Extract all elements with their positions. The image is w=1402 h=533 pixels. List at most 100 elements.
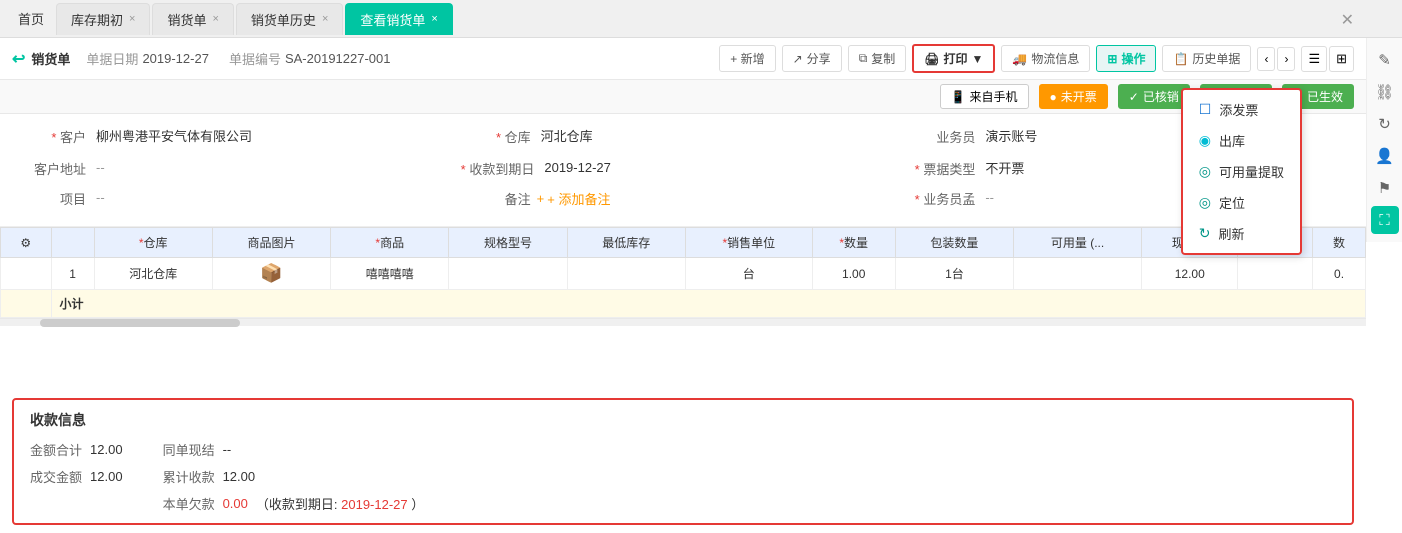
invoice-icon: ●	[1050, 90, 1057, 104]
tab-bar: 首页 库存期初 × 销货单 × 销货单历史 × 查看销货单 ×	[0, 0, 1402, 38]
row-sales-unit: 台	[685, 258, 812, 290]
doc-meta: 单据日期 2019-12-27 单据编号 SA-20191227-001	[86, 49, 390, 68]
row-num: 1	[51, 258, 94, 290]
date-value: 2019-12-27	[142, 51, 209, 66]
print-button[interactable]: 🖨 打印 ▼	[912, 44, 995, 73]
close-tab-sales[interactable]: ×	[212, 13, 218, 25]
settings-icon: ⚙	[20, 236, 31, 250]
sidebar-user-icon[interactable]: 👤	[1371, 142, 1399, 170]
phone-btn[interactable]: 📱 来自手机	[940, 84, 1029, 109]
project-value: --	[92, 188, 109, 208]
payment-col-2: 同单现结 -- 累计收款 12.00 本单欠款 0.00 （收款到期日: 201…	[163, 440, 425, 513]
row-min-stock	[567, 258, 685, 290]
form-row-1: 客户 柳州粤港平安气体有限公司 仓库 河北仓库 业务员 演示账号	[16, 124, 1350, 148]
operation-icon: ⊞	[1107, 52, 1117, 66]
open-btn[interactable]: ● 未开票	[1039, 84, 1108, 109]
header-actions: + 新增 ↗ 分享 ⧉ 复制 🖨 打印 ▼ 🚚 物流信息	[719, 44, 1354, 73]
row-current-stock: 12.00	[1142, 258, 1238, 290]
list-view-btn[interactable]: ☰	[1301, 46, 1327, 72]
payment-fields: 金额合计 12.00 成交金额 12.00 同单现结 -- 累计收款	[30, 440, 1336, 513]
tab-sales-history[interactable]: 销货单历史 ×	[236, 3, 343, 35]
next-arrow[interactable]: ›	[1277, 47, 1295, 71]
project-label: 项目	[16, 189, 86, 208]
horizontal-scrollbar[interactable]	[0, 318, 1366, 326]
same-order-value: --	[223, 442, 232, 457]
note-label: 备注	[461, 189, 531, 208]
outbound-icon: ◉	[1199, 132, 1211, 149]
menu-outbound[interactable]: ◉ 出库	[1183, 125, 1300, 156]
tab-sales-order[interactable]: 销货单 ×	[152, 3, 233, 35]
payment-info-title: 收款信息	[30, 410, 1336, 430]
logistics-button[interactable]: 🚚 物流信息	[1001, 45, 1090, 72]
close-tab-view[interactable]: ×	[431, 13, 437, 25]
tab-view-sales[interactable]: 查看销货单 ×	[345, 3, 452, 35]
close-tab-history[interactable]: ×	[322, 13, 328, 25]
add-note-btn[interactable]: + + 添加备注	[537, 189, 611, 208]
close-button[interactable]: ✕	[1333, 6, 1362, 34]
sidebar-expand-icon[interactable]: ⛶	[1371, 206, 1399, 234]
prev-arrow[interactable]: ‹	[1257, 47, 1275, 71]
staff-label: 业务员	[905, 127, 975, 146]
number-label: 单据编号	[229, 49, 281, 68]
col-available: 可用量 (...	[1014, 228, 1142, 258]
customer-field: 客户 柳州粤港平安气体有限公司	[16, 124, 461, 148]
locate-icon: ◎	[1199, 194, 1211, 211]
balance-field: 本单欠款 0.00 （收款到期日: 2019-12-27 ）	[163, 494, 425, 513]
date-label: 单据日期	[86, 49, 138, 68]
menu-available-qty[interactable]: ◎ 可用量提取	[1183, 156, 1300, 187]
customer-value: 柳州粤港平安气体有限公司	[92, 124, 256, 148]
copy-button[interactable]: ⧉ 复制	[848, 45, 907, 72]
transaction-label: 成交金额	[30, 467, 82, 486]
tab-home[interactable]: 首页	[8, 3, 54, 34]
balance-value: 0.00	[223, 496, 248, 511]
row-spec	[449, 258, 567, 290]
scroll-thumb[interactable]	[40, 319, 240, 327]
payment-date-value: 2019-12-27	[540, 158, 615, 178]
menu-locate[interactable]: ◎ 定位	[1183, 187, 1300, 218]
grid-view-btn[interactable]: ⊞	[1329, 46, 1354, 72]
row-product: 嘻嘻嘻嘻	[331, 258, 449, 290]
same-order-label: 同单现结	[163, 440, 215, 459]
col-quantity: *数量	[812, 228, 895, 258]
form-row-3: 项目 -- 备注 + + 添加备注 业务员孟 --	[16, 188, 1350, 208]
form-row-2: 客户地址 -- 收款到期日 2019-12-27 票据类型 不开票	[16, 156, 1350, 180]
row-amount: 0.	[1313, 258, 1366, 290]
operation-button[interactable]: ⊞ 操作	[1096, 45, 1156, 72]
sidebar-link-icon[interactable]: ⛓	[1371, 78, 1399, 106]
check-btn[interactable]: ✓ 已核销	[1118, 84, 1190, 109]
available-qty-icon: ◎	[1199, 163, 1211, 180]
col-settings[interactable]: ⚙	[1, 228, 52, 258]
col-product: *商品	[331, 228, 449, 258]
history-button[interactable]: 📋 历史单据	[1162, 45, 1251, 72]
balance-label: 本单欠款	[163, 494, 215, 513]
row-pack-qty: 1台	[895, 258, 1013, 290]
add-note-icon: +	[537, 191, 545, 206]
print-icon: 🖨	[924, 52, 939, 66]
share-button[interactable]: ↗ 分享	[782, 45, 842, 72]
close-tab-inventory[interactable]: ×	[129, 13, 135, 25]
new-button[interactable]: + 新增	[719, 45, 775, 72]
sidebar-flag-icon[interactable]: ⚑	[1371, 174, 1399, 202]
total-amount-label: 金额合计	[30, 440, 82, 459]
balance-note: （收款到期日: 2019-12-27 ）	[256, 494, 424, 513]
ticket-type-value: 不开票	[981, 156, 1028, 180]
check-icon: ✓	[1129, 90, 1139, 104]
row-unit-price	[1238, 258, 1313, 290]
address-label: 客户地址	[16, 159, 86, 178]
col-spec: 规格型号	[449, 228, 567, 258]
doc-title: ↩ 销货单	[12, 49, 70, 69]
payment-date-field: 收款到期日 2019-12-27	[461, 158, 906, 178]
sidebar-refresh-icon[interactable]: ↻	[1371, 110, 1399, 138]
refresh-icon: ↻	[1199, 225, 1211, 242]
phone-icon: 📱	[951, 90, 966, 104]
warehouse-field: 仓库 河北仓库	[461, 124, 906, 148]
tab-inventory-init[interactable]: 库存期初 ×	[56, 3, 150, 35]
menu-refresh[interactable]: ↻ 刷新	[1183, 218, 1300, 249]
table-row: 1 河北仓库 📦 嘻嘻嘻嘻 台 1.00 1台 12.00 0.	[1, 258, 1366, 290]
sidebar-edit-icon[interactable]: ✎	[1371, 46, 1399, 74]
sales-staff-label: 业务员孟	[905, 189, 975, 208]
payment-col-1: 金额合计 12.00 成交金额 12.00	[30, 440, 123, 513]
menu-add-invoice[interactable]: ☐ 添发票	[1183, 94, 1300, 125]
header-row: ↩ 销货单 单据日期 2019-12-27 单据编号 SA-20191227-0…	[0, 38, 1366, 80]
address-value: --	[92, 158, 109, 178]
